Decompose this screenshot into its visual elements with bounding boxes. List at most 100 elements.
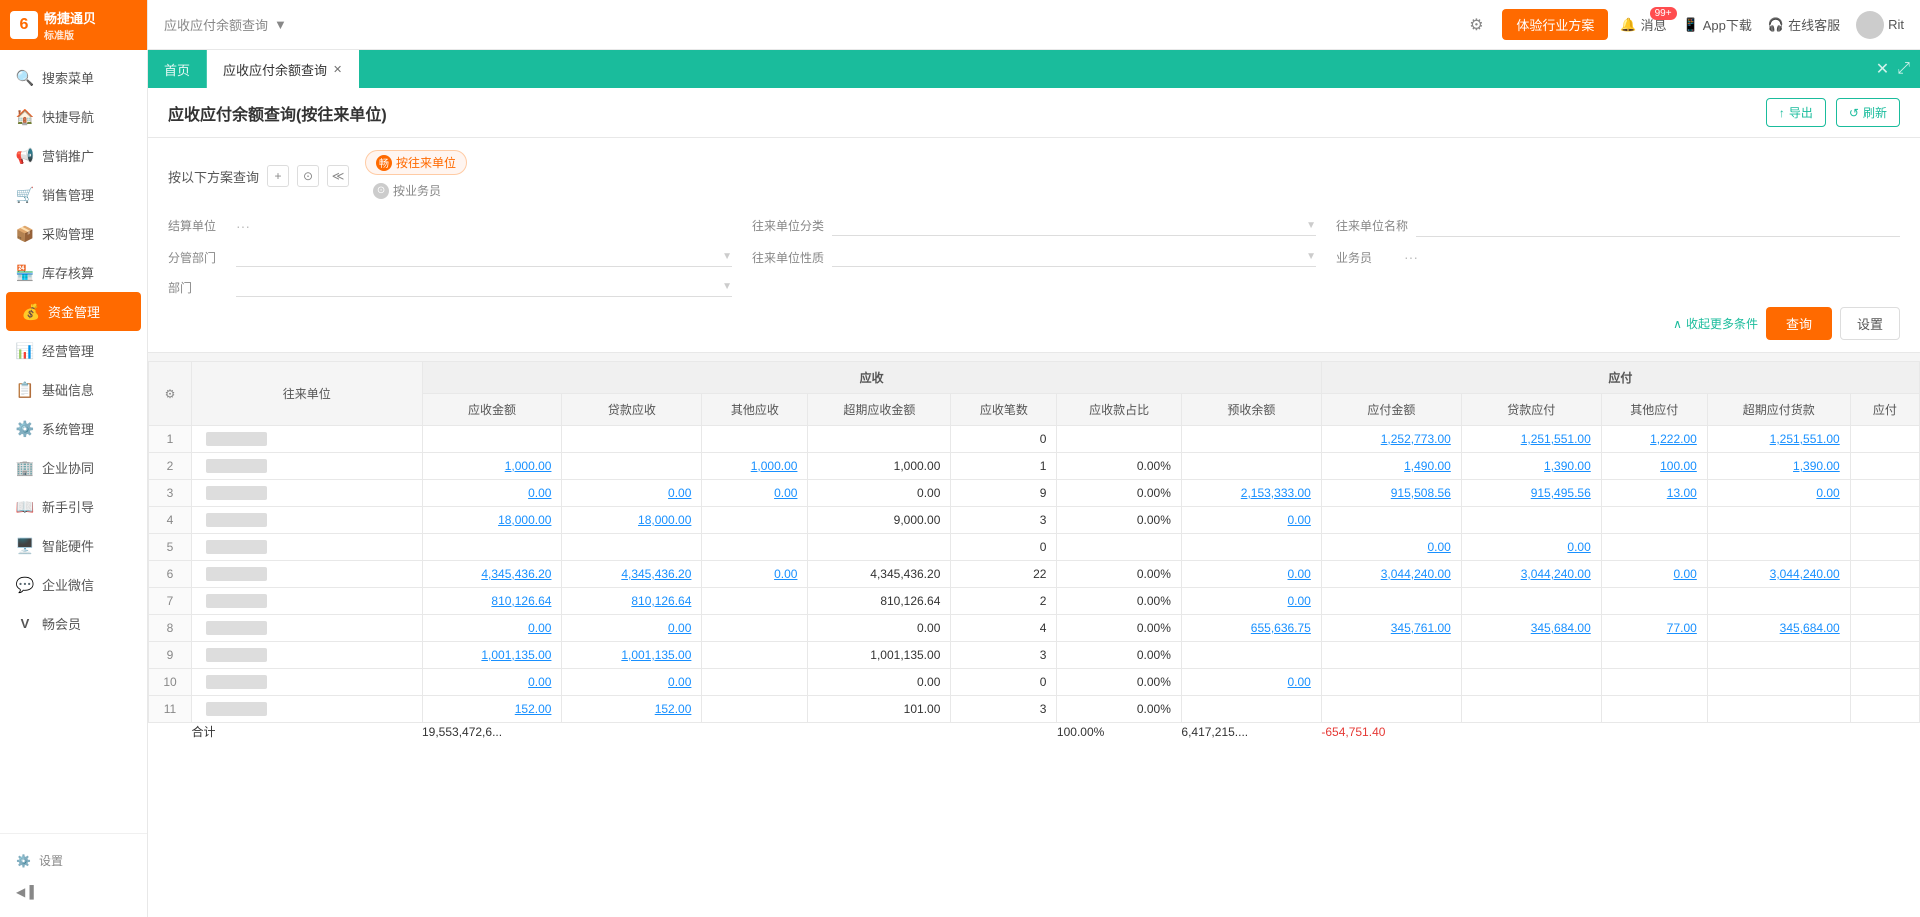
row-cell[interactable]: 1,252,773.00 [1321,426,1461,453]
filter-add-button[interactable]: + [267,165,289,187]
sidebar-footer-collapse[interactable]: ◀▐ [0,877,147,907]
salesman-input[interactable]: ··· [1404,249,1418,265]
row-cell[interactable]: 0.00 [422,669,562,696]
row-cell[interactable]: 152.00 [422,696,562,723]
filter-scheme-settings-button[interactable]: ⊙ [297,165,319,187]
breadcrumb-dropdown-icon[interactable]: ▼ [274,17,287,32]
sidebar-item-inventory[interactable]: 🏪 库存核算 [0,253,147,292]
sidebar-item-sales[interactable]: 🛒 销售管理 [0,175,147,214]
row-cell[interactable]: 1,000.00 [422,453,562,480]
filter-scheme-partner[interactable]: 畅 按往来单位 [365,150,467,175]
row-cell[interactable]: 655,636.75 [1181,615,1321,642]
sidebar-item-purchase[interactable]: 📦 采购管理 [0,214,147,253]
row-cell[interactable]: 0.00 [422,615,562,642]
sidebar-item-basic-info[interactable]: 📋 基础信息 [0,370,147,409]
row-cell[interactable]: 0.00 [1181,507,1321,534]
row-cell[interactable]: 915,508.56 [1321,480,1461,507]
row-cell[interactable]: 0.00 [1601,561,1707,588]
row-cell[interactable]: 18,000.00 [562,507,702,534]
row-cell[interactable]: 915,495.56 [1461,480,1601,507]
filter-division-dept: 分管部门 ▼ [168,247,732,267]
row-cell[interactable]: 2,153,333.00 [1181,480,1321,507]
row-cell[interactable]: 345,684.00 [1461,615,1601,642]
sidebar-item-member[interactable]: V 畅会员 [0,604,147,643]
filter-collapse-button[interactable]: ∧ 收起更多条件 [1673,307,1758,340]
tab-close-icon[interactable]: ✕ [333,63,342,76]
partner-nature-select[interactable]: ▼ [832,247,1316,267]
user-menu-button[interactable]: Rit [1856,11,1904,39]
sidebar-item-corp[interactable]: 🏢 企业协同 [0,448,147,487]
row-cell[interactable]: 18,000.00 [422,507,562,534]
row-cell[interactable]: 1,001,135.00 [562,642,702,669]
row-cell[interactable]: 0.00 [1707,480,1850,507]
row-cell[interactable]: 345,761.00 [1321,615,1461,642]
row-cell[interactable]: 1,251,551.00 [1461,426,1601,453]
notifications-button[interactable]: 🔔 消息 99+ [1620,15,1666,34]
row-cell[interactable]: 0.00 [702,480,808,507]
row-cell[interactable]: 1,000.00 [702,453,808,480]
row-cell[interactable]: 0.00 [1321,534,1461,561]
table-settings-button[interactable]: ⚙ [159,383,181,405]
row-cell[interactable]: 1,001,135.00 [422,642,562,669]
row-cell[interactable]: 1,390.00 [1707,453,1850,480]
row-cell[interactable]: 0.00 [1461,534,1601,561]
row-cell[interactable]: 0.00 [562,480,702,507]
table-row: 9 1,001,135.00 1,001,135.00 1,001,135.00… [149,642,1920,669]
row-cell[interactable]: 13.00 [1601,480,1707,507]
row-cell[interactable]: 0.00 [562,615,702,642]
sidebar-item-quick-nav[interactable]: 🏠 快捷导航 [0,97,147,136]
row-cell[interactable]: 810,126.64 [562,588,702,615]
settings-filter-button[interactable]: 设置 [1840,307,1900,340]
row-cell[interactable]: 0.00 [1181,669,1321,696]
row-cell[interactable]: 810,126.64 [422,588,562,615]
row-cell[interactable]: 0.00 [702,561,808,588]
row-partner-name [192,426,423,453]
sidebar-item-weixin[interactable]: 💬 企业微信 [0,565,147,604]
query-button[interactable]: 查询 [1766,307,1832,340]
partner-category-select[interactable]: ▼ [832,216,1316,236]
sidebar-item-marketing[interactable]: 📢 营销推广 [0,136,147,175]
summary-receivable-amount[interactable]: 19,553,472,6... [422,723,562,741]
row-cell[interactable]: 0.00 [422,480,562,507]
row-cell[interactable]: 4,345,436.20 [562,561,702,588]
header-gear-button[interactable]: ⚙ [1462,11,1490,39]
row-cell[interactable]: 1,490.00 [1321,453,1461,480]
sidebar-item-guide[interactable]: 📖 新手引导 [0,487,147,526]
sidebar-item-search[interactable]: 🔍 搜索菜单 [0,58,147,97]
row-cell[interactable]: 1,390.00 [1461,453,1601,480]
export-button[interactable]: ↑ 导出 [1766,98,1826,127]
dept-select[interactable]: ▼ [236,277,732,297]
settlement-unit-input[interactable]: ··· [236,218,250,234]
tab-home[interactable]: 首页 [148,50,207,88]
row-cell[interactable]: 0.00 [1181,561,1321,588]
row-cell[interactable]: 3,044,240.00 [1461,561,1601,588]
row-cell[interactable]: 4,345,436.20 [422,561,562,588]
row-cell[interactable]: 0.00 [562,669,702,696]
partner-name-input[interactable] [1416,214,1900,237]
tab-ar-ap[interactable]: 应收应付余额查询 ✕ [207,50,359,88]
filter-collapse-scheme-button[interactable]: ≪ [327,165,349,187]
row-cell[interactable]: 77.00 [1601,615,1707,642]
row-cell[interactable]: 3,044,240.00 [1707,561,1850,588]
tab-maximize-button[interactable]: ⤢ [1897,60,1910,78]
row-cell[interactable]: 1,222.00 [1601,426,1707,453]
sidebar-footer-settings[interactable]: ⚙️ 设置 [0,844,147,877]
row-cell[interactable]: 152.00 [562,696,702,723]
summary-prepaid-balance[interactable]: 6,417,215.... [1181,723,1321,741]
sidebar-item-hardware[interactable]: 🖥️ 智能硬件 [0,526,147,565]
row-cell[interactable]: 3,044,240.00 [1321,561,1461,588]
row-cell[interactable]: 345,684.00 [1707,615,1850,642]
row-cell[interactable]: 100.00 [1601,453,1707,480]
sidebar-item-system[interactable]: ⚙️ 系统管理 [0,409,147,448]
tab-close-window-button[interactable]: ✕ [1876,59,1889,79]
row-cell[interactable]: 1,251,551.00 [1707,426,1850,453]
sidebar-item-finance[interactable]: 💰 资金管理 [6,292,141,331]
industry-solution-button[interactable]: 体验行业方案 [1502,9,1608,40]
sidebar-item-operation[interactable]: 📊 经营管理 [0,331,147,370]
service-button[interactable]: 🎧 在线客服 [1768,15,1840,34]
row-cell[interactable]: 0.00 [1181,588,1321,615]
app-download-button[interactable]: 📱 App下载 [1683,15,1752,34]
refresh-button[interactable]: ↺ 刷新 [1836,98,1900,127]
filter-scheme-salesman[interactable]: ⊙ 按业务员 [365,179,467,202]
division-dept-select[interactable]: ▼ [236,247,732,267]
